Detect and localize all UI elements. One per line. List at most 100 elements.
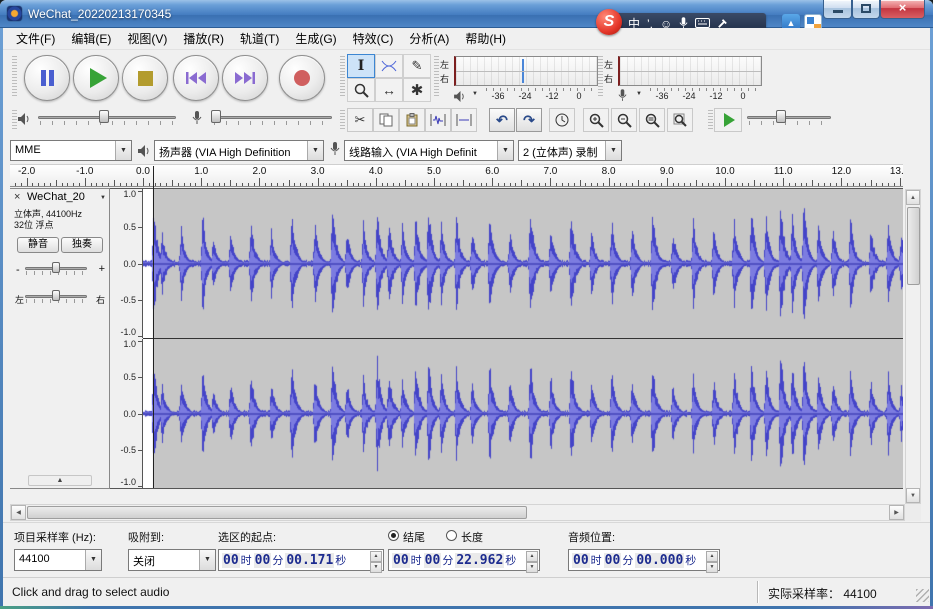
spin-down-icon[interactable]: ▼ (706, 562, 718, 573)
end-radio-label[interactable]: 结尾 (403, 529, 425, 545)
menu-item-5[interactable]: 生成(G) (287, 28, 344, 49)
length-radio-label[interactable]: 长度 (461, 529, 483, 545)
track-close-button[interactable]: × (14, 191, 20, 203)
chevron-down-icon[interactable]: ▼ (605, 141, 621, 160)
resize-grip[interactable] (916, 589, 929, 602)
zoom-in-button[interactable] (583, 108, 609, 132)
toolbar-grip[interactable] (12, 110, 17, 130)
play-button[interactable] (73, 55, 119, 101)
slider-thumb[interactable] (99, 110, 109, 123)
scroll-right-button[interactable]: ▶ (889, 505, 904, 520)
chevron-down-icon[interactable]: ▼ (497, 141, 513, 160)
mute-button[interactable]: 静音 (17, 237, 59, 253)
slider-thumb[interactable] (52, 290, 60, 301)
output-volume-slider[interactable] (38, 109, 176, 127)
input-device-select[interactable]: 线路输入 (VIA High Definit ▼ (344, 140, 514, 161)
length-radio[interactable] (446, 530, 457, 541)
sample-rate-select[interactable]: 44100 ▼ (14, 549, 102, 571)
menu-item-3[interactable]: 播放(R) (175, 28, 232, 49)
menu-item-7[interactable]: 分析(A) (401, 28, 457, 49)
toolbar-grip[interactable] (340, 56, 345, 98)
skip-to-start-button[interactable] (173, 55, 219, 101)
minimize-button[interactable] (823, 0, 852, 19)
sync-lock-button[interactable] (549, 108, 575, 132)
vertical-scroll-thumb[interactable] (907, 207, 920, 285)
solo-button[interactable]: 独奏 (61, 237, 103, 253)
trim-audio-button[interactable] (425, 108, 451, 132)
silence-audio-button[interactable] (451, 108, 477, 132)
record-button[interactable] (279, 55, 325, 101)
input-volume-slider[interactable] (212, 109, 332, 127)
multi-tool-button[interactable]: ✱ (403, 78, 431, 102)
fit-project-button[interactable] (667, 108, 693, 132)
slider-thumb[interactable] (776, 110, 786, 123)
menu-item-8[interactable]: 帮助(H) (457, 28, 514, 49)
selection-tool-button[interactable]: I (347, 54, 375, 78)
redo-button[interactable]: ↷ (516, 108, 542, 132)
time-spinner[interactable]: ▲▼ (526, 551, 538, 569)
chevron-down-icon[interactable]: ▼ (307, 141, 323, 160)
pan-slider[interactable] (25, 289, 87, 305)
stop-button[interactable] (122, 55, 168, 101)
scroll-down-button[interactable]: ▼ (906, 488, 920, 503)
spin-down-icon[interactable]: ▼ (370, 562, 382, 573)
output-device-select[interactable]: 扬声器 (VIA High Definition ▼ (154, 140, 324, 161)
end-radio[interactable] (388, 530, 399, 541)
menu-item-0[interactable]: 文件(F) (8, 28, 63, 49)
spin-up-icon[interactable]: ▲ (526, 551, 538, 562)
sogou-logo-icon[interactable]: S (596, 9, 622, 35)
play-at-speed-button[interactable] (714, 108, 742, 132)
close-button[interactable]: × (880, 0, 925, 19)
vertical-scrollbar[interactable]: ▲ ▼ (905, 189, 921, 504)
menu-item-2[interactable]: 视图(V) (119, 28, 175, 49)
input-channels-select[interactable]: 2 (立体声) 录制 ▼ (518, 140, 622, 161)
pause-button[interactable] (24, 55, 70, 101)
cut-button[interactable]: ✂ (347, 108, 373, 132)
spin-down-icon[interactable]: ▼ (526, 562, 538, 573)
menu-item-1[interactable]: 编辑(E) (63, 28, 119, 49)
undo-button[interactable]: ↶ (489, 108, 515, 132)
title-bar[interactable]: WeChat_20220213170345 S 中 ’, ☺ ▲ × (0, 0, 933, 28)
audio-position-field[interactable]: 00时00分00.000秒 ▲▼ (568, 549, 720, 571)
horizontal-scroll-thumb[interactable] (27, 506, 527, 519)
waveform-channel-1[interactable] (143, 189, 903, 338)
vertical-ruler-ch2[interactable]: 1.00.50.0-0.5-1.0 (110, 339, 143, 488)
timeline-ruler[interactable]: -2.0-1.00.01.02.03.04.05.06.07.08.09.010… (10, 164, 903, 187)
playback-meter[interactable]: 左 右 ▼ -36-24-120 (438, 54, 602, 102)
toolbar-grip[interactable] (12, 56, 17, 98)
gain-slider[interactable] (25, 261, 87, 277)
scroll-up-button[interactable]: ▲ (906, 190, 920, 205)
selection-start-field[interactable]: 00时00分00.171秒 ▲▼ (218, 549, 384, 571)
maximize-button[interactable] (852, 0, 880, 19)
spin-up-icon[interactable]: ▲ (706, 551, 718, 562)
timeshift-tool-button[interactable]: ↔ (375, 78, 403, 102)
menu-item-4[interactable]: 轨道(T) (232, 28, 287, 49)
menu-item-6[interactable]: 特效(C) (345, 28, 402, 49)
skip-to-end-button[interactable] (222, 55, 268, 101)
toolbar-grip[interactable] (340, 110, 345, 130)
zoom-out-button[interactable] (611, 108, 637, 132)
chevron-down-icon[interactable]: ▼ (199, 550, 215, 570)
time-spinner[interactable]: ▲▼ (370, 551, 382, 569)
draw-tool-button[interactable]: ✎ (403, 54, 431, 78)
vertical-ruler-ch1[interactable]: 1.00.50.0-0.5-1.0 (110, 189, 143, 338)
paste-button[interactable] (399, 108, 425, 132)
time-spinner[interactable]: ▲▼ (706, 551, 718, 569)
host-select[interactable]: MME ▼ (10, 140, 132, 161)
waveform-channel-2[interactable] (143, 339, 903, 488)
selection-end-field[interactable]: 00时00分22.962秒 ▲▼ (388, 549, 540, 571)
slider-thumb[interactable] (52, 262, 60, 273)
zoom-tool-button[interactable] (347, 78, 375, 102)
chevron-down-icon[interactable]: ▼ (85, 550, 101, 570)
playback-speed-slider[interactable] (747, 109, 831, 127)
spin-up-icon[interactable]: ▲ (370, 551, 382, 562)
horizontal-scrollbar[interactable]: ◀ ▶ (10, 504, 905, 521)
track-name-dropdown[interactable]: WeChat_20 ▼ (27, 191, 107, 205)
copy-button[interactable] (373, 108, 399, 132)
toolbar-grip[interactable] (708, 110, 713, 130)
track-collapse-button[interactable]: ▲ (28, 475, 92, 486)
scroll-left-button[interactable]: ◀ (11, 505, 26, 520)
chevron-down-icon[interactable]: ▼ (115, 141, 131, 160)
fit-selection-button[interactable] (639, 108, 665, 132)
record-meter[interactable]: 左 右 ▼ -36-24-120 (602, 54, 766, 102)
